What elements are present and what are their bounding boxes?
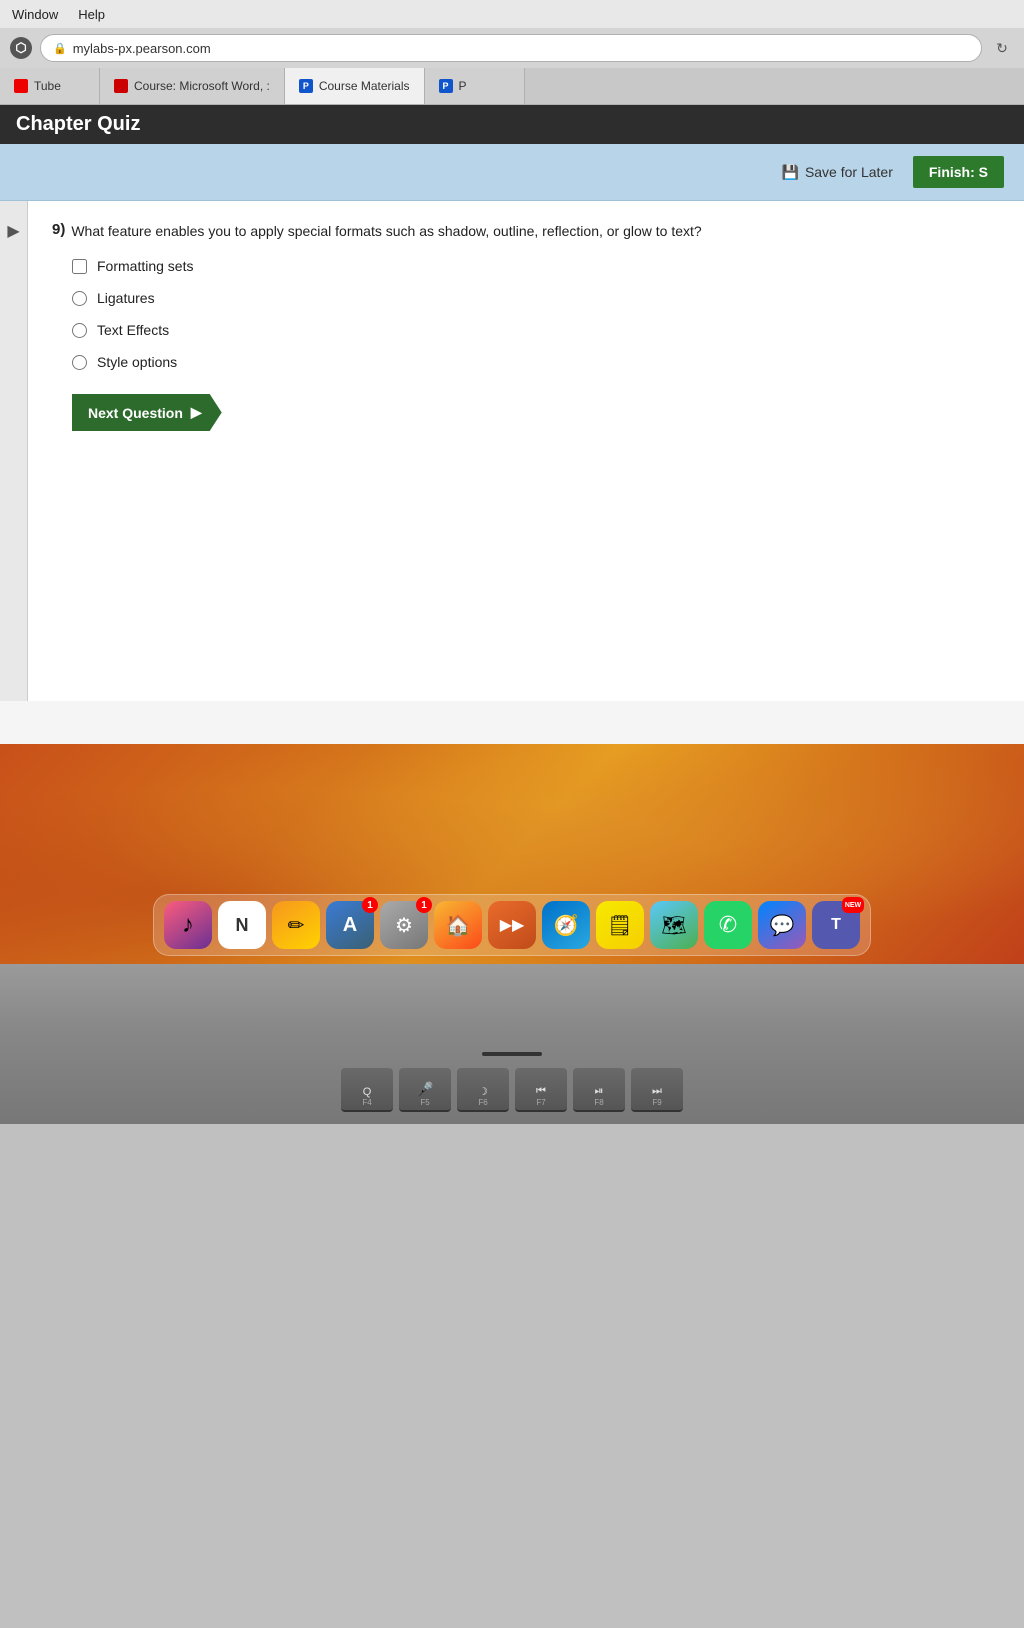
lock-icon: 🔒 bbox=[53, 42, 67, 55]
chevron-right-icon: ▶ bbox=[7, 221, 19, 241]
dock-icon-home[interactable]: 🏠 bbox=[434, 901, 482, 949]
option-radio-ligatures[interactable] bbox=[72, 291, 87, 306]
option-label-text-effects[interactable]: Text Effects bbox=[97, 322, 169, 338]
dock-icon-appstore[interactable]: A 1 bbox=[326, 901, 374, 949]
dock-icon-safari[interactable]: 🧭 bbox=[542, 901, 590, 949]
save-later-label: Save for Later bbox=[805, 164, 893, 180]
menu-bar: Window Help bbox=[0, 0, 1024, 28]
option-label-formatting[interactable]: Formatting sets bbox=[97, 258, 193, 274]
option-ligatures: Ligatures bbox=[72, 290, 1000, 306]
option-formatting-sets: Formatting sets bbox=[72, 258, 1000, 274]
desktop-wallpaper: ♪ N ✏ A 1 ⚙ 1 🏠 ▶▶ 🧭 🗒 🗺 ✆ 💬 T NEW bbox=[0, 744, 1024, 964]
question-area: 9) What feature enables you to apply spe… bbox=[28, 201, 1024, 701]
reload-button[interactable]: ↻ bbox=[990, 36, 1014, 60]
tab-label-materials: Course Materials bbox=[319, 79, 410, 93]
finish-label: Finish: S bbox=[929, 164, 988, 180]
option-style-options: Style options bbox=[72, 354, 1000, 370]
save-later-button[interactable]: 💾 Save for Later bbox=[774, 160, 901, 185]
dock-icon-whatsapp[interactable]: ✆ bbox=[704, 901, 752, 949]
key-f4[interactable]: Q F4 bbox=[341, 1068, 393, 1112]
question-text: What feature enables you to apply specia… bbox=[71, 221, 701, 242]
tab-course-materials[interactable]: P Course Materials bbox=[285, 68, 425, 104]
key-f7[interactable]: ⏮ F7 bbox=[515, 1068, 567, 1112]
tab-label-extra: P bbox=[459, 79, 467, 93]
teams-badge: NEW bbox=[842, 897, 864, 913]
option-text-effects: Text Effects bbox=[72, 322, 1000, 338]
option-radio-text-effects[interactable] bbox=[72, 323, 87, 338]
finish-button[interactable]: Finish: S bbox=[913, 156, 1004, 188]
menu-window[interactable]: Window bbox=[12, 7, 58, 22]
tab-label-tube: Tube bbox=[34, 79, 61, 93]
key-f8[interactable]: ⏯ F8 bbox=[573, 1068, 625, 1112]
dock-icon-music[interactable]: ♪ bbox=[164, 901, 212, 949]
save-icon: 💾 bbox=[782, 164, 799, 181]
tab-favicon-extra: P bbox=[439, 79, 453, 93]
tab-extra[interactable]: P P bbox=[425, 68, 525, 104]
settings-badge: 1 bbox=[416, 897, 432, 913]
tab-favicon-materials: P bbox=[299, 79, 313, 93]
question-number: 9) bbox=[52, 221, 65, 238]
next-question-label: Next Question bbox=[88, 405, 183, 421]
dock-icon-settings[interactable]: ⚙ 1 bbox=[380, 901, 428, 949]
quiz-header: 💾 Save for Later Finish: S bbox=[0, 144, 1024, 201]
key-f6[interactable]: ☽ F6 bbox=[457, 1068, 509, 1112]
tab-label-course: Course: Microsoft Word, : bbox=[134, 79, 270, 93]
option-checkbox-formatting[interactable] bbox=[72, 259, 87, 274]
tab-favicon-tube bbox=[14, 79, 28, 93]
keyboard-area: Q F4 🎤 F5 ☽ F6 ⏮ F7 ⏯ F8 ⏭ F9 bbox=[0, 964, 1024, 1124]
side-nav-arrow[interactable]: ▶ bbox=[0, 201, 28, 701]
question-header: 9) What feature enables you to apply spe… bbox=[52, 221, 1000, 242]
options-list: Formatting sets Ligatures Text Effects S… bbox=[72, 258, 1000, 370]
quiz-content: ▶ 9) What feature enables you to apply s… bbox=[0, 201, 1024, 701]
dock-icon-books[interactable]: ▶▶ bbox=[488, 901, 536, 949]
browser-toolbar: ⬡ 🔒 mylabs-px.pearson.com ↻ bbox=[0, 28, 1024, 68]
key-f9[interactable]: ⏭ F9 bbox=[631, 1068, 683, 1112]
dock-icon-notes[interactable]: 🗒 bbox=[596, 901, 644, 949]
option-radio-style-options[interactable] bbox=[72, 355, 87, 370]
dock-icon-maps[interactable]: 🗺 bbox=[650, 901, 698, 949]
dock-icon-teams[interactable]: T NEW bbox=[812, 901, 860, 949]
tab-course-msword[interactable]: Course: Microsoft Word, : bbox=[100, 68, 285, 104]
menu-help[interactable]: Help bbox=[78, 7, 105, 22]
page-title-bar: Chapter Quiz bbox=[0, 105, 1024, 144]
key-f5[interactable]: 🎤 F5 bbox=[399, 1068, 451, 1112]
keyboard-tab-pill bbox=[482, 1052, 542, 1056]
tab-favicon-course bbox=[114, 79, 128, 93]
address-text: mylabs-px.pearson.com bbox=[73, 41, 211, 56]
option-label-ligatures[interactable]: Ligatures bbox=[97, 290, 155, 306]
browser-shield-icon: ⬡ bbox=[10, 37, 32, 59]
next-question-button[interactable]: Next Question ▶ bbox=[72, 394, 222, 431]
arrow-icon: ▶ bbox=[191, 404, 202, 421]
tabs-bar: Tube Course: Microsoft Word, : P Course … bbox=[0, 68, 1024, 104]
keyboard-row-fn: Q F4 🎤 F5 ☽ F6 ⏮ F7 ⏯ F8 ⏭ F9 bbox=[341, 1068, 683, 1112]
option-label-style-options[interactable]: Style options bbox=[97, 354, 177, 370]
address-bar[interactable]: 🔒 mylabs-px.pearson.com bbox=[40, 34, 982, 62]
dock: ♪ N ✏ A 1 ⚙ 1 🏠 ▶▶ 🧭 🗒 🗺 ✆ 💬 T NEW bbox=[153, 894, 871, 956]
tab-tube[interactable]: Tube bbox=[0, 68, 100, 104]
content-area: 💾 Save for Later Finish: S ▶ 9) What fea… bbox=[0, 144, 1024, 744]
browser-chrome: ⬡ 🔒 mylabs-px.pearson.com ↻ Tube Course:… bbox=[0, 28, 1024, 105]
page-title: Chapter Quiz bbox=[16, 113, 140, 135]
dock-icon-news[interactable]: N bbox=[218, 901, 266, 949]
dock-icon-pages[interactable]: ✏ bbox=[272, 901, 320, 949]
dock-icon-messenger[interactable]: 💬 bbox=[758, 901, 806, 949]
appstore-badge: 1 bbox=[362, 897, 378, 913]
